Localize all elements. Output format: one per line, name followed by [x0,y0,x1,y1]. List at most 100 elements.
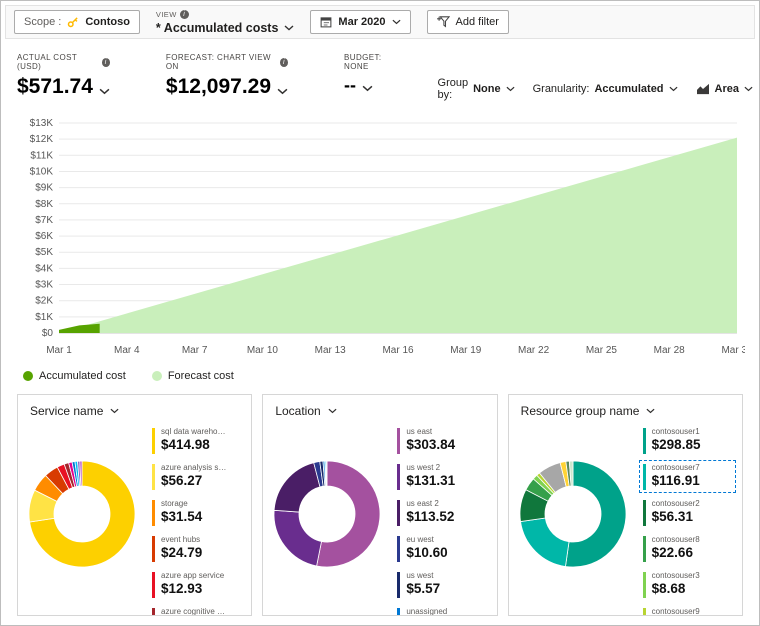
legend-item-value: $56.31 [652,509,700,524]
y-tick-label: $6K [35,231,53,242]
legend-item-value: $10.60 [406,545,447,560]
x-tick-label: Mar 31 [721,345,745,356]
legend-item-value: $131.31 [406,473,455,488]
x-tick-label: Mar 10 [247,345,279,356]
resource-group-donut-chart[interactable] [517,458,629,570]
x-tick-label: Mar 13 [315,345,347,356]
x-tick-label: Mar 25 [586,345,618,356]
chevron-down-icon [669,86,678,92]
legend-item[interactable]: storage$31.54 [148,496,245,529]
legend-item[interactable]: us east 2$113.52 [393,496,490,529]
legend-item-label: eu west [406,535,447,544]
donut-segment[interactable] [274,463,320,512]
legend-label: Forecast cost [168,370,234,382]
location-donut-chart[interactable] [271,458,383,570]
legend-item-value: $12.93 [161,581,224,596]
legend-item[interactable]: sql data wareho…$414.98 [148,424,245,457]
service-name-donut-chart[interactable] [26,458,138,570]
legend-item-value: $414.98 [161,437,225,452]
legend-color-bar [397,428,400,454]
legend-item-label: us west 2 [406,463,455,472]
chevron-down-icon [110,408,119,414]
location-dropdown[interactable]: Location [263,395,496,422]
date-value: Mar 2020 [338,16,385,28]
chevron-down-icon [506,86,515,92]
legend-item-value: $31.54 [161,509,202,524]
service-name-dropdown[interactable]: Service name [18,395,251,422]
legend-item-label: storage [161,499,202,508]
view-value: * Accumulated costs [156,22,279,35]
legend-item-value: $113.52 [406,509,454,524]
x-tick-label: Mar 19 [450,345,482,356]
scope-button[interactable]: Scope : Contoso [14,10,140,34]
x-tick-label: Mar 1 [46,345,72,356]
budget-stat: BUDGET: NONE -- [344,53,381,96]
legend-item[interactable]: azure app service$12.93 [148,568,245,601]
donut-segment[interactable] [326,461,327,486]
forecast-value: $12,097.29 [166,75,271,99]
panel-title-label: Location [275,404,320,418]
x-tick-label: Mar 22 [518,345,550,356]
legend-color-bar [152,572,155,598]
scope-value: Contoso [85,16,130,28]
legend-color-bar [643,500,646,526]
forecast-dropdown[interactable]: $12,097.29 [166,75,288,99]
legend-forecast-cost[interactable]: Forecast cost [152,370,234,382]
legend-item[interactable]: unassigned [393,604,490,616]
legend-item[interactable]: contosouser2$56.31 [639,496,736,529]
accumulated-cost-chart[interactable]: $0$1K$2K$3K$4K$5K$6K$7K$8K$9K$10K$11K$12… [15,111,745,361]
legend-item-label: contosouser9 [652,607,700,616]
main-chart-area: $0$1K$2K$3K$4K$5K$6K$7K$8K$9K$10K$11K$12… [15,111,745,366]
y-tick-label: $7K [35,215,53,226]
chart-controls: Group by: None Granularity: Accumulated … [438,77,753,101]
legend-item[interactable]: eu west$10.60 [393,532,490,565]
view-selector[interactable]: VIEW i * Accumulated costs [156,10,295,35]
add-filter-button[interactable]: Add filter [427,10,509,34]
legend-color-bar [152,536,155,562]
group-by-dropdown[interactable]: Group by: None [438,77,515,101]
accumulated-cost-area[interactable] [59,324,100,333]
legend-color-bar [152,608,155,616]
legend-item-label: contosouser1 [652,427,701,436]
legend-item[interactable]: contosouser7$116.91 [639,460,736,493]
forecast-label: FORECAST: CHART VIEW ON [166,53,276,71]
legend-color-bar [643,572,646,598]
budget-dropdown[interactable]: -- [344,75,381,96]
panel-service-name: Service name sql data wareho…$414.98azur… [17,394,252,616]
chart-type-dropdown[interactable]: Area [696,83,753,95]
legend-item[interactable]: contosouser1$298.85 [639,424,736,457]
legend-color-bar [397,464,400,490]
legend-item-label: sql data wareho… [161,427,225,436]
legend-item[interactable]: contosouser8$22.66 [639,532,736,565]
donut-segment[interactable] [274,510,322,566]
panel-title-label: Service name [30,404,103,418]
actual-cost-dropdown[interactable]: $571.74 [17,75,110,99]
resource-group-dropdown[interactable]: Resource group name [509,395,742,422]
legend-accumulated-cost[interactable]: Accumulated cost [23,370,126,382]
legend-item[interactable]: us east$303.84 [393,424,490,457]
y-tick-label: $8K [35,199,53,210]
legend-color-bar [397,572,400,598]
donut-segment[interactable] [520,518,568,566]
legend-item[interactable]: us west 2$131.31 [393,460,490,493]
donut-segment[interactable] [565,461,626,567]
legend-item[interactable]: contosouser9 [639,604,736,616]
y-tick-label: $4K [35,263,53,274]
key-icon [67,16,79,28]
chevron-down-icon [99,88,110,95]
legend-item[interactable]: azure cognitive … [148,604,245,616]
legend-color-bar [397,500,400,526]
y-tick-label: $13K [30,118,54,129]
forecast-cost-area[interactable] [59,138,737,333]
legend-item[interactable]: us west$5.57 [393,568,490,601]
date-picker-button[interactable]: Mar 2020 [310,10,410,34]
forecast-cost-dot [152,371,162,381]
legend-item[interactable]: azure analysis s…$56.27 [148,460,245,493]
chevron-down-icon [646,408,655,414]
y-tick-label: $3K [35,280,53,291]
panel-resource-group: Resource group name contosouser1$298.85c… [508,394,743,616]
legend-item[interactable]: event hubs$24.79 [148,532,245,565]
chart-type-value: Area [715,83,739,95]
granularity-dropdown[interactable]: Granularity: Accumulated [533,83,678,95]
legend-item[interactable]: contosouser3$8.68 [639,568,736,601]
